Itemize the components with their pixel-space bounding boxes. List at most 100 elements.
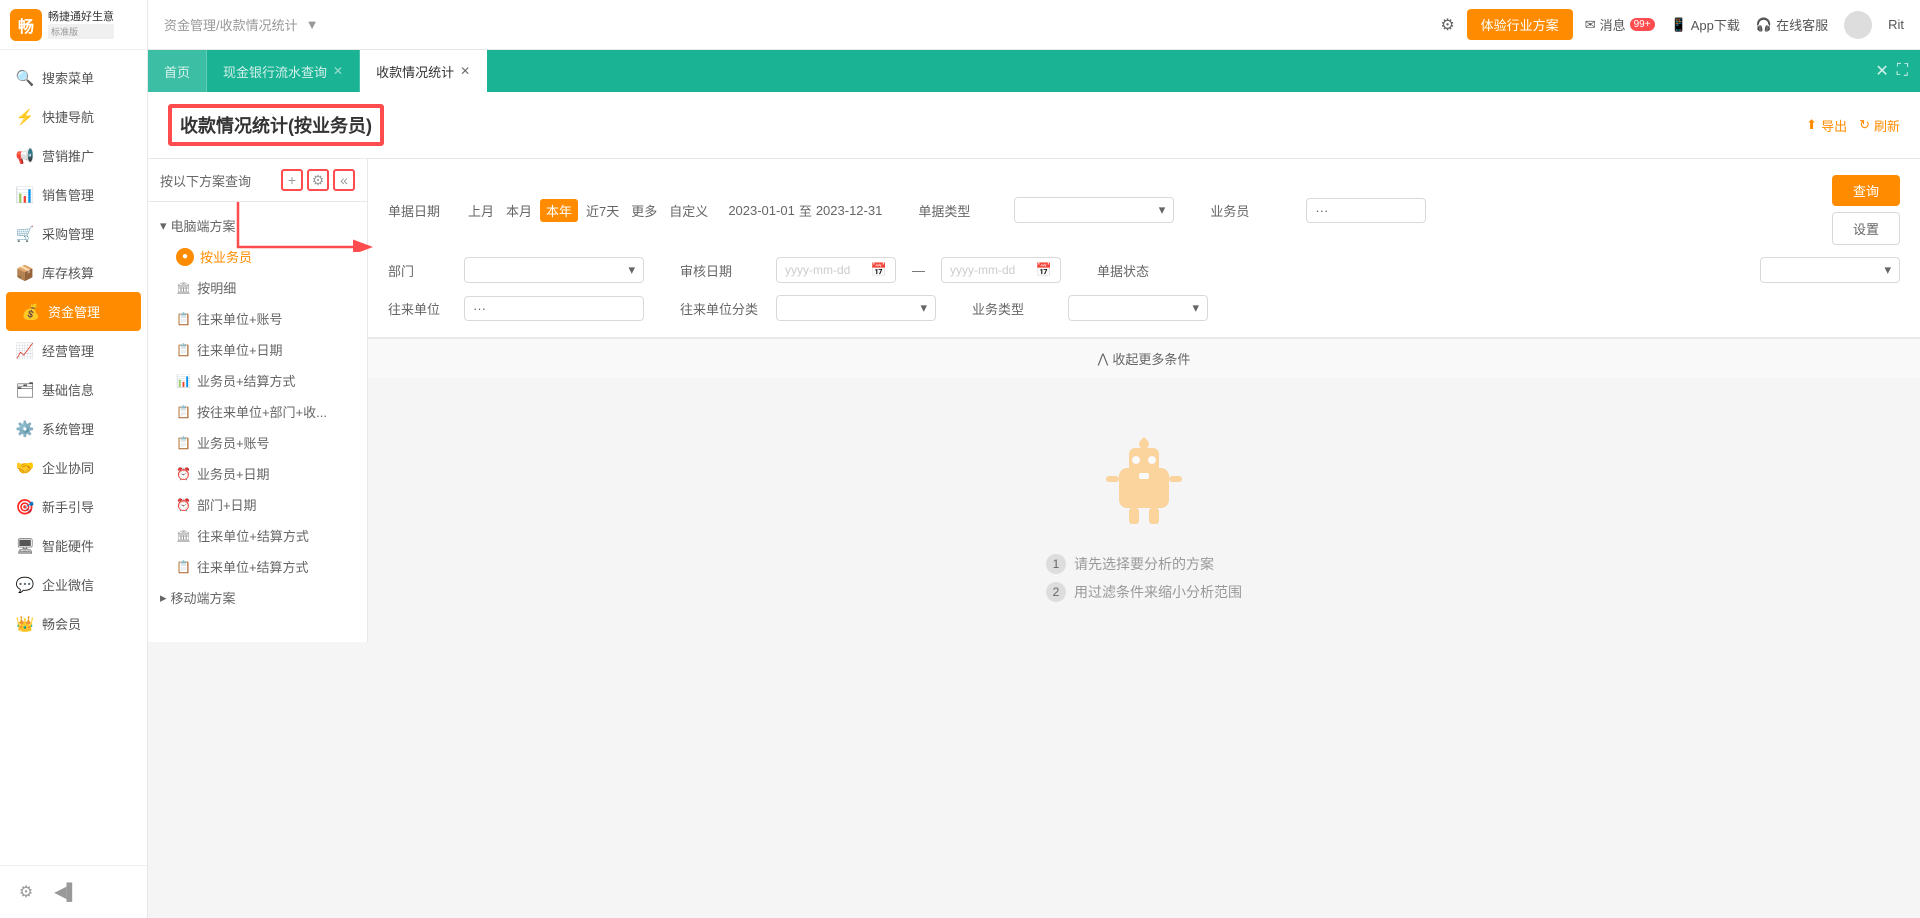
tab-collection-stats-label: 收款情况统计 <box>376 62 454 81</box>
page-title-actions: ⬆ 导出 ↻ 刷新 <box>1806 116 1900 135</box>
calendar-to-icon[interactable]: 📅 <box>1036 262 1052 278</box>
sidebar-item-marketing[interactable]: 📢 营销推广 <box>0 136 147 175</box>
nav-label-vip: 畅会员 <box>42 614 81 633</box>
scheme-header: 按以下方案查询 + ⚙ « <box>148 159 367 202</box>
sidebar-item-enterprise[interactable]: 🤝 企业协同 <box>0 448 147 487</box>
doc-status-dropdown-icon: ▾ <box>1884 262 1891 278</box>
nav-icon-system: ⚙️ <box>16 420 34 438</box>
sidebar-item-vip[interactable]: 👑 畅会员 <box>0 604 147 643</box>
query-btn[interactable]: 查询 <box>1832 175 1900 206</box>
empty-illustration <box>1084 418 1204 538</box>
scheme-item-salesperson-date[interactable]: ⏰ 业务员+日期 <box>148 458 367 489</box>
online-service-btn[interactable]: 🎧 在线客服 <box>1756 15 1828 34</box>
sidebar-item-funds[interactable]: 💰 资金管理 <box>6 292 141 331</box>
message-btn[interactable]: ✉ 消息 99+ <box>1585 15 1655 34</box>
tab-bank-flow-close[interactable]: ✕ <box>333 64 343 78</box>
scheme-item-by-salesperson[interactable]: ● 按业务员 <box>148 241 367 272</box>
calendar-from-icon[interactable]: 📅 <box>871 262 887 278</box>
dept-label: 部门 <box>388 261 448 280</box>
counterpart-cat-select[interactable]: ▾ <box>776 295 936 321</box>
sidebar-item-sales[interactable]: 📊 销售管理 <box>0 175 147 214</box>
filter-row-3: 往来单位 ··· 往来单位分类 ▾ 业务类型 ▾ <box>388 295 1900 321</box>
scheme-item-salesperson-account[interactable]: 📋 业务员+账号 <box>148 427 367 458</box>
scheme-settings-btn[interactable]: ⚙ <box>307 169 329 191</box>
scheme-item-icon-by-salesperson: ● <box>176 248 194 266</box>
scheme-collapse-btn[interactable]: « <box>333 169 355 191</box>
settings-bottom-icon[interactable]: ⚙ <box>10 876 42 908</box>
sidebar-item-search[interactable]: 🔍 搜索菜单 <box>0 58 147 97</box>
date-shortcut-more[interactable]: 更多 <box>627 199 661 222</box>
scheme-mobile-group-header[interactable]: ▸ 移动端方案 <box>148 582 367 613</box>
scheme-item-icon-salesperson-account: 📋 <box>176 436 191 450</box>
scheme-add-btn[interactable]: + <box>281 169 303 191</box>
logo-text-area: 畅捷通好生意 标准版 <box>48 10 114 39</box>
tab-collection-stats-close[interactable]: ✕ <box>460 64 470 78</box>
category-select[interactable]: ▾ <box>1014 197 1174 223</box>
sidebar-item-basic-info[interactable]: 🗂 基础信息 <box>0 370 147 409</box>
scheme-item-counterpart-settlement2[interactable]: 📋 往来单位+结算方式 <box>148 551 367 582</box>
scheme-item-counterpart-account[interactable]: 📋 往来单位+账号 <box>148 303 367 334</box>
collapse-bar-content: ⋀ 收起更多条件 <box>1098 349 1191 368</box>
tab-home[interactable]: 首页 <box>148 50 207 92</box>
page-title-bar: 收款情况统计(按业务员) ⬆ 导出 ↻ 刷新 <box>148 92 1920 159</box>
scheme-item-counterpart-settlement1[interactable]: 🏛 往来单位+结算方式 <box>148 520 367 551</box>
sidebar-item-guide[interactable]: 🎯 新手引导 <box>0 487 147 526</box>
sidebar-item-quick-nav[interactable]: ⚡ 快捷导航 <box>0 97 147 136</box>
scheme-item-counterpart-date[interactable]: 📋 往来单位+日期 <box>148 334 367 365</box>
window-maximize-icon[interactable]: ⛶ <box>1897 62 1908 80</box>
page-title-box: 收款情况统计(按业务员) <box>168 104 384 146</box>
scheme-item-icon-by-detail: 🏛 <box>176 281 191 295</box>
scheme-panel-title: 按以下方案查询 <box>160 171 251 190</box>
scheme-item-salesperson-settlement[interactable]: 📊 业务员+结算方式 <box>148 365 367 396</box>
scheme-panel: 按以下方案查询 + ⚙ « <box>148 159 368 642</box>
tab-collection-stats[interactable]: 收款情况统计 ✕ <box>360 50 487 92</box>
sidebar-item-purchase[interactable]: 🛒 采购管理 <box>0 214 147 253</box>
date-shortcut-this-year[interactable]: 本年 <box>540 199 578 222</box>
breadcrumb-dropdown-icon[interactable]: ▼ <box>306 17 319 32</box>
settings-btn[interactable]: 设置 <box>1832 212 1900 245</box>
counterpart-select[interactable]: ··· <box>464 296 644 321</box>
window-close-icon[interactable]: ✕ <box>1875 61 1888 81</box>
review-date-label: 审核日期 <box>680 261 760 280</box>
scheme-item-dept-date[interactable]: ⏰ 部门+日期 <box>148 489 367 520</box>
date-shortcut-this-month[interactable]: 本月 <box>502 199 536 222</box>
nav-label-sales: 销售管理 <box>42 185 94 204</box>
sidebar-item-wechat[interactable]: 💬 企业微信 <box>0 565 147 604</box>
scheme-item-by-detail[interactable]: 🏛 按明细 <box>148 272 367 303</box>
page-title: 收款情况统计(按业务员) <box>170 106 382 144</box>
review-date-from[interactable]: yyyy-mm-dd 📅 <box>776 257 896 283</box>
scheme-desktop-group: ▾ 电脑端方案 ● 按业务员 🏛 按明细 📋 往来单位+账号 📋 往来单位+日期… <box>148 210 367 582</box>
scheme-mobile-group: ▸ 移动端方案 <box>148 582 367 613</box>
trial-btn[interactable]: 体验行业方案 <box>1467 9 1573 40</box>
sidebar-item-operation[interactable]: 📈 经营管理 <box>0 331 147 370</box>
sidebar-item-smart-hw[interactable]: 🖥 智能硬件 <box>0 526 147 565</box>
sidebar-item-inventory[interactable]: 📦 库存核算 <box>0 253 147 292</box>
tab-bar-actions: ✕ ⛶ <box>1863 50 1920 92</box>
app-download-btn[interactable]: 📱 App下载 <box>1671 15 1740 34</box>
review-date-to[interactable]: yyyy-mm-dd 📅 <box>941 257 1061 283</box>
date-shortcut-7days[interactable]: 近7天 <box>582 199 623 222</box>
nav-label-enterprise: 企业协同 <box>42 458 94 477</box>
nav-icon-basic-info: 🗂 <box>16 381 34 399</box>
dept-select[interactable]: ▾ <box>464 257 644 283</box>
scheme-desktop-group-header[interactable]: ▾ 电脑端方案 <box>148 210 367 241</box>
sidebar-item-system[interactable]: ⚙️ 系统管理 <box>0 409 147 448</box>
doc-status-select[interactable]: ▾ <box>1760 257 1900 283</box>
refresh-btn[interactable]: ↻ 刷新 <box>1859 116 1900 135</box>
header-settings-icon[interactable]: ⚙ <box>1440 15 1454 35</box>
tab-bank-flow[interactable]: 现金银行流水查询 ✕ <box>207 50 360 92</box>
export-btn[interactable]: ⬆ 导出 <box>1806 116 1847 135</box>
scheme-item-label-by-salesperson: 按业务员 <box>200 247 252 266</box>
scheme-desktop-arrow: ▾ <box>160 218 167 234</box>
date-shortcut-custom[interactable]: 自定义 <box>665 199 712 222</box>
collapse-bar[interactable]: ⋀ 收起更多条件 <box>368 338 1920 378</box>
user-avatar[interactable] <box>1844 11 1872 39</box>
message-badge: 99+ <box>1630 18 1655 31</box>
collapse-sidebar-btn[interactable]: ◀▌ <box>50 876 82 908</box>
biz-type-select[interactable]: ▾ <box>1068 295 1208 321</box>
scheme-item-counterpart-dept-income[interactable]: 📋 按往来单位+部门+收... <box>148 396 367 427</box>
date-shortcut-last-month[interactable]: 上月 <box>464 199 498 222</box>
empty-hint-2: 2 用过滤条件来缩小分析范围 <box>1046 582 1242 602</box>
salesperson-select[interactable]: ··· <box>1306 198 1426 223</box>
main-area: 资金管理/收款情况统计 ▼ ⚙ 体验行业方案 ✉ 消息 99+ 📱 App下载 … <box>148 0 1920 918</box>
